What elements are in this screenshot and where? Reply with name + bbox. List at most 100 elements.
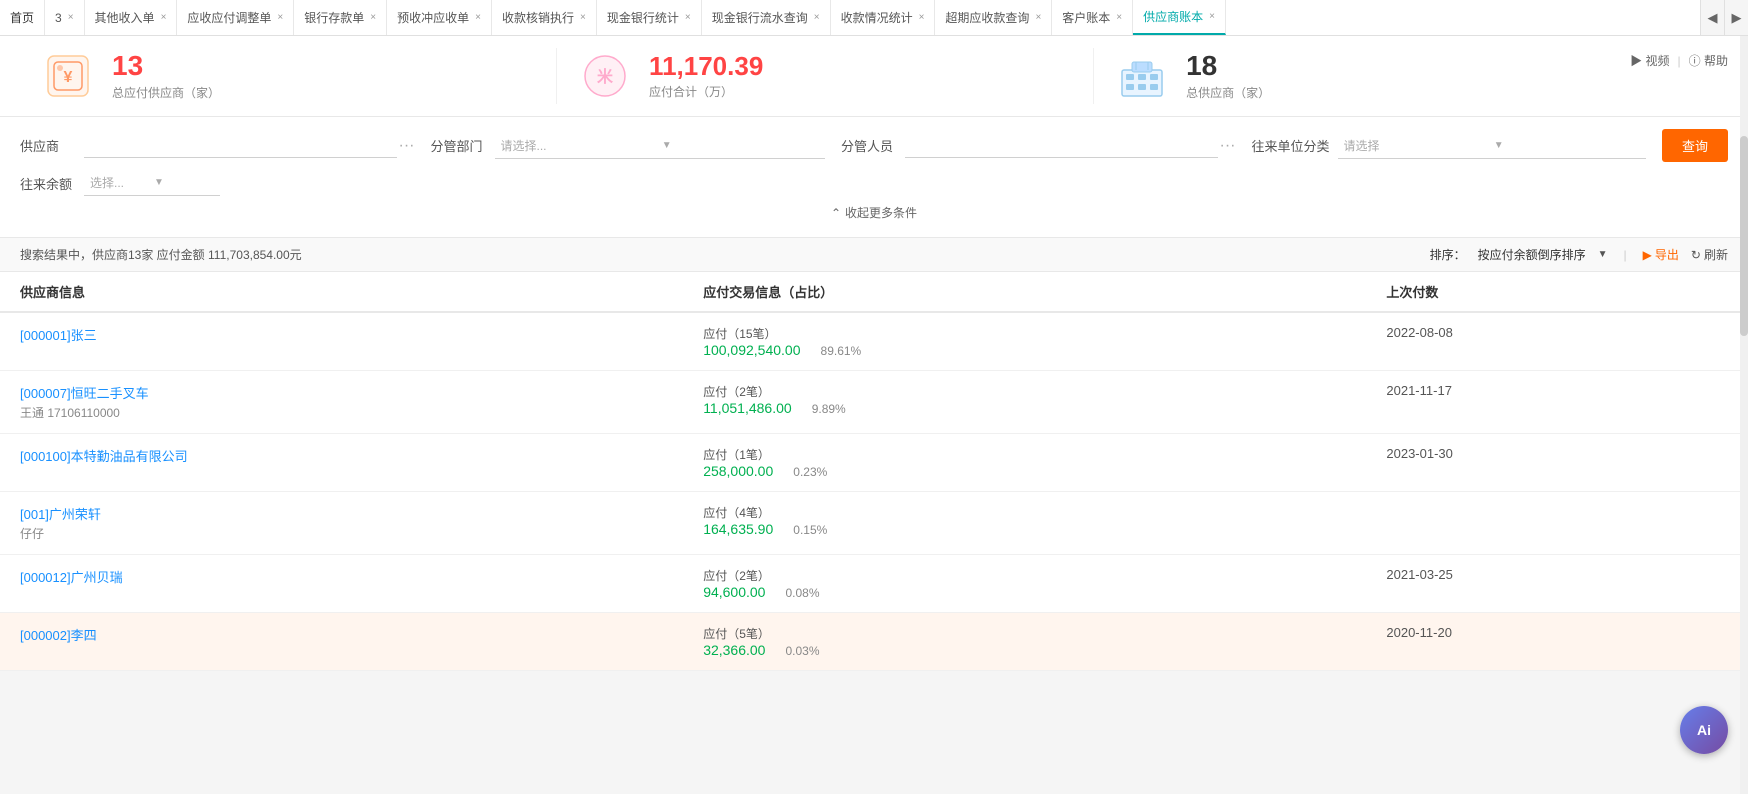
supplier-link-4[interactable]: [000012]广州贝瑞 [20, 570, 123, 585]
dept-label: 分管部门 [431, 136, 487, 155]
tx-percent-4: 0.08% [785, 586, 819, 600]
tx-row-3: 164,635.900.15% [703, 521, 1386, 537]
close-tab-supplier-account[interactable]: × [1209, 11, 1215, 22]
supplier-cell-2: [000100]本特勤油品有限公司 [20, 446, 703, 465]
nav-tab-collect-stats[interactable]: 收款情况统计× [831, 0, 936, 35]
balance-select[interactable]: 选择... ▼ [84, 170, 220, 196]
top-navigation: 首页3×其他收入单×应收应付调整单×银行存款单×预收冲应收单×收款核销执行×现金… [0, 0, 1748, 36]
filter-balance: 往来余额 选择... ▼ [20, 170, 220, 196]
close-tab-other-income[interactable]: × [161, 12, 167, 23]
close-tab-prepay-collect[interactable]: × [475, 12, 481, 23]
tx-amount-4[interactable]: 94,600.00 [703, 584, 765, 600]
person-label: 分管人员 [841, 136, 897, 155]
supplier-input[interactable] [84, 134, 397, 158]
nav-tab-overdue-collect[interactable]: 超期应收款查询× [935, 0, 1052, 35]
tx-label-5: 应付（5笔） [703, 625, 1386, 642]
tx-amount-2[interactable]: 258,000.00 [703, 463, 773, 479]
tx-row-2: 258,000.00 0.23% [703, 463, 1386, 479]
video-link[interactable]: ▶ 视频 [1630, 52, 1669, 69]
close-tab-collect-verify[interactable]: × [580, 12, 586, 23]
query-button[interactable]: 查询 [1662, 129, 1728, 162]
video-icon: ▶ [1630, 54, 1642, 68]
tx-amount-1[interactable]: 11,051,486.00 [703, 400, 792, 416]
person-input[interactable] [905, 134, 1218, 158]
dept-select[interactable]: 请选择... ▼ [495, 133, 826, 159]
tx-amount-5[interactable]: 32,366.00 [703, 642, 765, 658]
nav-tab-collect-verify[interactable]: 收款核销执行× [492, 0, 597, 35]
nav-tab-cash-bank-stats[interactable]: 现金银行统计× [597, 0, 702, 35]
nav-tab-tab3[interactable]: 3× [45, 0, 85, 35]
supplier-link-0[interactable]: [000001]张三 [20, 328, 97, 343]
nav-tab-cash-bank-flow[interactable]: 现金银行流水查询× [702, 0, 831, 35]
last-pay-4: 2021-03-25 [1386, 567, 1728, 582]
supplier-dots[interactable]: ··· [399, 137, 415, 155]
tx-percent-2: 0.23% [793, 465, 827, 479]
balance-placeholder: 选择... [90, 174, 150, 191]
scrollbar-track[interactable] [1740, 36, 1748, 794]
supplier-cell-4: [000012]广州贝瑞 [20, 567, 703, 586]
supplier-link-1[interactable]: [000007]恒旺二手叉车 [20, 386, 149, 401]
sort-label: 排序： [1430, 246, 1466, 263]
close-tab-payable-adjust[interactable]: × [277, 12, 283, 23]
supplier-link-5[interactable]: [000002]李四 [20, 628, 97, 643]
category-placeholder: 请选择 [1344, 137, 1490, 154]
help-link[interactable]: ⓘ 帮助 [1689, 52, 1728, 69]
nav-tab-payable-adjust[interactable]: 应收应付调整单× [177, 0, 294, 35]
filter-person: 分管人员 ··· [841, 134, 1236, 158]
table-body: [000001]张三应付（15笔）100,092,540.0089.61%202… [0, 313, 1748, 671]
nav-tab-supplier-account[interactable]: 供应商账本× [1133, 0, 1226, 35]
scrollbar-thumb[interactable] [1740, 136, 1748, 336]
nav-next-arrow[interactable]: ▶ [1724, 0, 1748, 36]
close-tab-tab3[interactable]: × [68, 12, 74, 23]
table-row: [000012]广州贝瑞 应付（2笔）94,600.00 0.08% 2021-03-… [0, 555, 1748, 613]
nav-tab-home[interactable]: 首页 [0, 0, 45, 35]
result-bar: 搜索结果中，供应商13家 应付金额 111,703,854.00元 排序： 按应… [0, 238, 1748, 272]
tx-row-1: 11,051,486.009.89% [703, 400, 1386, 416]
filter-dept: 分管部门 请选择... ▼ [431, 133, 826, 159]
collapse-button[interactable]: 收起更多条件 [20, 204, 1728, 221]
nav-tab-bank-deposit[interactable]: 银行存款单× [294, 0, 387, 35]
tx-amount-0[interactable]: 100,092,540.00 [703, 342, 800, 358]
filter-category: 往来单位分类 请选择 ▼ [1252, 133, 1647, 159]
supplier-link-2[interactable]: [000100]本特勤油品有限公司 [20, 449, 188, 464]
category-arrow-icon: ▼ [1494, 140, 1640, 151]
tx-label-1: 应付（2笔） [703, 383, 1386, 400]
close-tab-cash-bank-flow[interactable]: × [814, 12, 820, 23]
close-tab-cash-bank-stats[interactable]: × [685, 12, 691, 23]
stat-payable-total: 米 11,170.39 应付合计（万） [556, 48, 1093, 104]
tx-cell-4: 应付（2笔）94,600.00 0.08% [703, 567, 1386, 600]
table-row: [000100]本特勤油品有限公司应付（1笔）258,000.000.23%20… [0, 434, 1748, 492]
nav-tab-other-income[interactable]: 其他收入单× [85, 0, 178, 35]
supplier-link-3[interactable]: [001]广州荣轩 [20, 507, 101, 522]
tx-row-0: 100,092,540.0089.61% [703, 342, 1386, 358]
payable-total-label: 应付合计（万） [649, 83, 763, 100]
stat-total-suppliers: 18 总供应商（家） [1093, 48, 1630, 104]
help-bar: ▶ 视频 | ⓘ 帮助 [1630, 48, 1728, 69]
ai-button[interactable]: Ai [1680, 706, 1728, 754]
tx-cell-5: 应付（5笔）32,366.000.03% [703, 625, 1386, 658]
close-tab-collect-stats[interactable]: × [919, 12, 925, 23]
tx-label-4: 应付（2笔） [703, 567, 1386, 584]
tx-amount-3[interactable]: 164,635.90 [703, 521, 773, 537]
table-row: [000001]张三 应付（15笔）100,092,540.0089.61%202… [0, 313, 1748, 371]
close-tab-customer-account[interactable]: × [1116, 12, 1122, 23]
close-tab-overdue-collect[interactable]: × [1035, 12, 1041, 23]
export-button[interactable]: ▶ 导出 [1643, 246, 1679, 263]
help-divider: | [1678, 54, 1681, 68]
payable-suppliers-icon: ¥ [40, 48, 96, 104]
last-pay-0: 2022-08-08 [1386, 325, 1728, 340]
category-select[interactable]: 请选择 ▼ [1338, 133, 1646, 159]
tx-cell-1: 应付（2笔）11,051,486.009.89% [703, 383, 1386, 416]
close-tab-bank-deposit[interactable]: × [370, 12, 376, 23]
nav-tab-customer-account[interactable]: 客户账本× [1052, 0, 1133, 35]
nav-prev-arrow[interactable]: ◀ [1700, 0, 1724, 36]
refresh-button[interactable]: ↻ 刷新 [1691, 246, 1728, 263]
payable-total-number: 11,170.39 [649, 53, 763, 79]
sort-value[interactable]: 按应付余额倒序排序 [1478, 246, 1586, 263]
person-dots[interactable]: ··· [1220, 137, 1236, 155]
nav-tab-prepay-collect[interactable]: 预收冲应收单× [387, 0, 492, 35]
tx-row-4: 94,600.00 0.08% [703, 584, 1386, 600]
payable-total-text: 11,170.39 应付合计（万） [649, 53, 763, 100]
payable-suppliers-number: 13 [112, 52, 220, 80]
tx-cell-0: 应付（15笔）100,092,540.0089.61% [703, 325, 1386, 358]
